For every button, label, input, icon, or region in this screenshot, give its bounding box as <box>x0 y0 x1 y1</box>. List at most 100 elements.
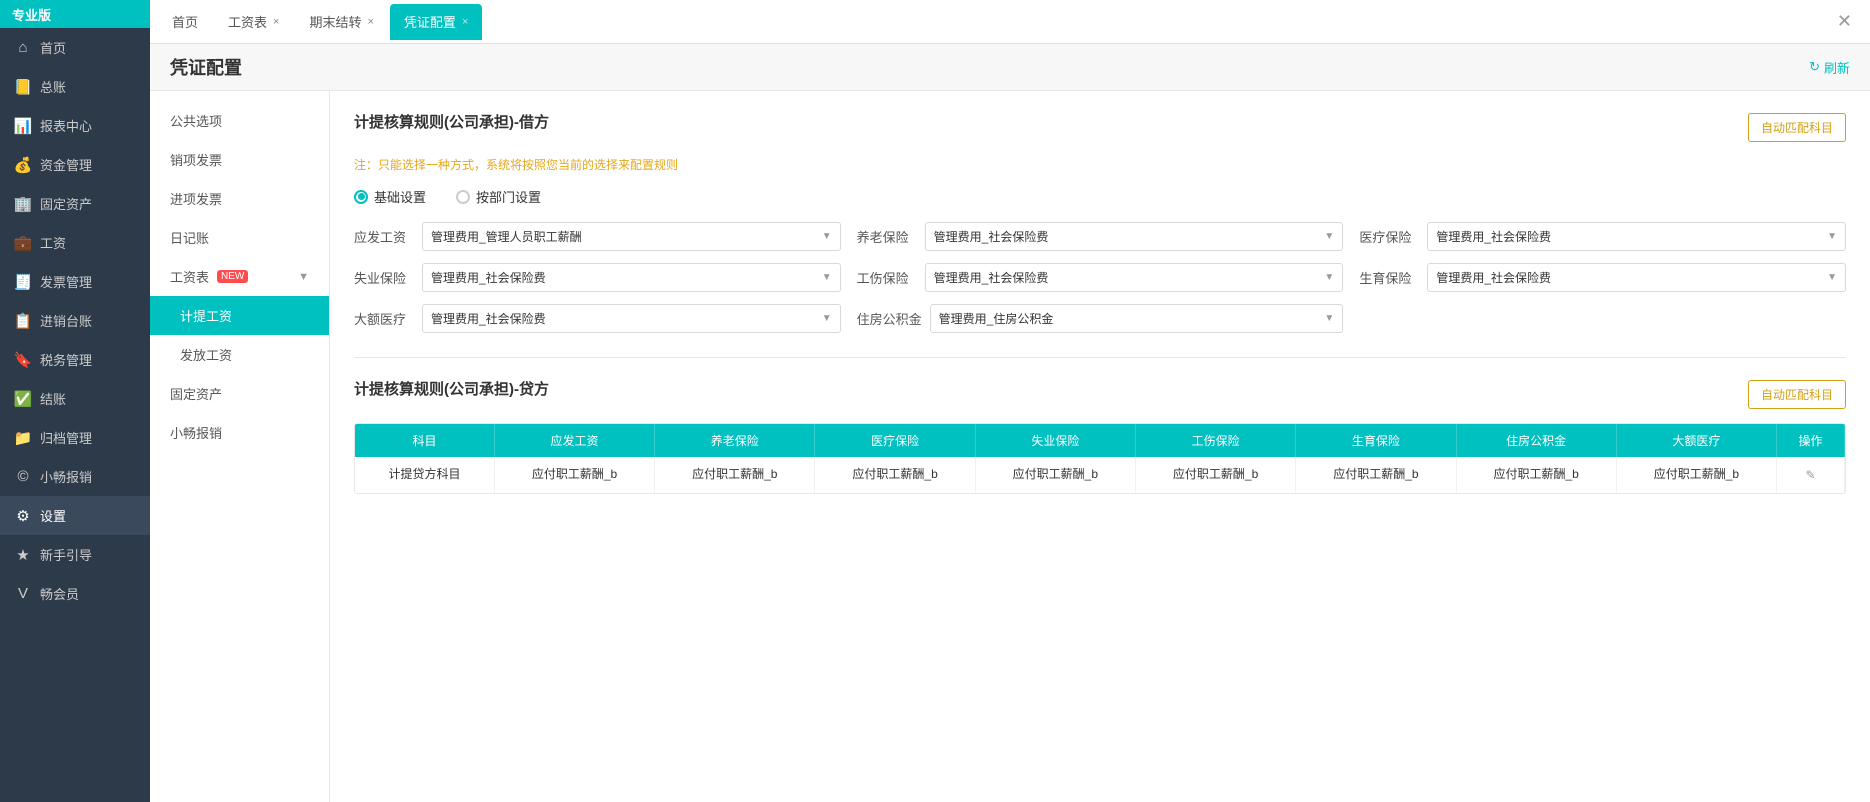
select-text-pension: 管理费用_社会保险费 <box>934 228 1049 245</box>
xiaochang-icon: © <box>14 468 32 486</box>
sidebar-item-assets-label: 固定资产 <box>40 194 92 213</box>
left-nav-journal[interactable]: 日记账 <box>150 218 329 257</box>
sidebar-item-home[interactable]: ⌂ 首页 <box>0 28 150 67</box>
sidebar-item-xiaochang[interactable]: © 小畅报销 <box>0 457 150 496</box>
sidebar-item-home-label: 首页 <box>40 38 66 57</box>
member-icon: V <box>14 585 32 603</box>
form-select-medical[interactable]: 管理费用_社会保险费 ▼ <box>1427 222 1846 251</box>
left-nav-pay-salary[interactable]: 发放工资 <box>150 335 329 374</box>
refresh-label: 刷新 <box>1824 58 1850 77</box>
tab-voucher-config[interactable]: 凭证配置 × <box>390 4 482 40</box>
select-arrow-birth: ▼ <box>1827 272 1837 283</box>
sidebar-item-xiaochang-label: 小畅报销 <box>40 467 92 486</box>
left-nav-fixed-assets[interactable]: 固定资产 <box>150 374 329 413</box>
section-credit-title: 计提核算规则(公司承担)-贷方 <box>354 378 549 399</box>
sidebar-item-guide[interactable]: ★ 新手引导 <box>0 535 150 574</box>
form-select-pension[interactable]: 管理费用_社会保险费 ▼ <box>925 222 1344 251</box>
debit-form-grid: 应发工资 管理费用_管理人员职工薪酬 ▼ 养老保险 管理费用_社会保险费 ▼ <box>354 222 1846 333</box>
left-nav-calc-salary[interactable]: 计提工资 <box>150 296 329 335</box>
sidebar-item-ledger[interactable]: 📒 总账 <box>0 67 150 106</box>
sidebar-item-salary[interactable]: 💼 工资 <box>0 223 150 262</box>
tab-salary-table-label: 工资表 <box>228 12 267 31</box>
form-select-birth[interactable]: 管理费用_社会保险费 ▼ <box>1427 263 1846 292</box>
settle-icon: ✅ <box>14 390 32 408</box>
section-debit-header: 计提核算规则(公司承担)-借方 自动匹配科目 <box>354 111 1846 144</box>
tab-salary-table[interactable]: 工资表 × <box>214 4 293 40</box>
left-nav-salary-table[interactable]: 工资表 NEW ▼ <box>150 257 329 296</box>
left-nav-public[interactable]: 公共选项 <box>150 101 329 140</box>
td-action[interactable]: ✎ <box>1777 457 1845 493</box>
refresh-button[interactable]: ↻ 刷新 <box>1809 58 1850 77</box>
form-row-birth: 生育保险 管理费用_社会保险费 ▼ <box>1359 263 1846 292</box>
salary-icon: 💼 <box>14 234 32 252</box>
sidebar-item-invoice[interactable]: 🧾 发票管理 <box>0 262 150 301</box>
sidebar-item-archive[interactable]: 📁 归档管理 <box>0 418 150 457</box>
sidebar-item-inventory[interactable]: 📋 进销台账 <box>0 301 150 340</box>
invoice-icon: 🧾 <box>14 273 32 291</box>
refresh-icon: ↻ <box>1809 59 1820 75</box>
form-row-medical: 医疗保险 管理费用_社会保险费 ▼ <box>1359 222 1846 251</box>
form-select-salary[interactable]: 管理费用_管理人员职工薪酬 ▼ <box>422 222 841 251</box>
tab-salary-table-close[interactable]: × <box>273 16 279 28</box>
sidebar-item-archive-label: 归档管理 <box>40 428 92 447</box>
sidebar-item-tax[interactable]: 🔖 税务管理 <box>0 340 150 379</box>
section-debit-note: 注：只能选择一种方式，系统将按照您当前的选择来配置规则 <box>354 156 1846 173</box>
auto-match-debit-button[interactable]: 自动匹配科目 <box>1748 113 1846 142</box>
credit-table: 科目 应发工资 养老保险 医疗保险 失业保险 工伤保险 生育保险 住房公积金 大… <box>355 424 1845 493</box>
new-badge: NEW <box>217 270 248 283</box>
tab-voucher-config-close[interactable]: × <box>462 16 468 28</box>
col-salary: 应发工资 <box>494 424 654 457</box>
section-debit: 计提核算规则(公司承担)-借方 自动匹配科目 注：只能选择一种方式，系统将按照您… <box>354 111 1846 333</box>
td-housing: 应付职工薪酬_b <box>1456 457 1616 493</box>
select-arrow-salary: ▼ <box>822 231 832 242</box>
sidebar-item-report-label: 报表中心 <box>40 116 92 135</box>
sidebar-item-settings[interactable]: ⚙ 设置 <box>0 496 150 535</box>
close-window-btn[interactable]: ✕ <box>1827 11 1862 32</box>
sidebar-item-report[interactable]: 📊 报表中心 <box>0 106 150 145</box>
sidebar-item-assets[interactable]: 🏢 固定资产 <box>0 184 150 223</box>
table-row: 计提贷方科目 应付职工薪酬_b 应付职工薪酬_b 应付职工薪酬_b <box>355 457 1845 493</box>
edit-icon[interactable]: ✎ <box>1805 468 1815 482</box>
col-pension: 养老保险 <box>655 424 815 457</box>
radio-basic-circle <box>354 190 368 204</box>
radio-dept[interactable]: 按部门设置 <box>456 187 541 206</box>
sidebar-item-member[interactable]: V 畅会员 <box>0 574 150 613</box>
select-arrow-medical: ▼ <box>1827 231 1837 242</box>
radio-basic[interactable]: 基础设置 <box>354 187 426 206</box>
form-label-major-medical: 大额医疗 <box>354 309 414 328</box>
tab-home[interactable]: 首页 <box>158 4 212 40</box>
col-birth: 生育保险 <box>1296 424 1456 457</box>
tab-period-close-close[interactable]: × <box>367 16 373 28</box>
sidebar-item-settings-label: 设置 <box>40 506 66 525</box>
select-text-salary: 管理费用_管理人员职工薪酬 <box>431 228 582 245</box>
panel: 计提核算规则(公司承担)-借方 自动匹配科目 注：只能选择一种方式，系统将按照您… <box>330 91 1870 802</box>
sidebar-item-invoice-label: 发票管理 <box>40 272 92 291</box>
guide-icon: ★ <box>14 546 32 564</box>
form-select-major-medical[interactable]: 管理费用_社会保险费 ▼ <box>422 304 841 333</box>
form-select-unemployment[interactable]: 管理费用_社会保险费 ▼ <box>422 263 841 292</box>
app-title: 专业版 <box>0 0 150 28</box>
col-action: 操作 <box>1777 424 1845 457</box>
form-label-birth: 生育保险 <box>1359 268 1419 287</box>
col-unemployment: 失业保险 <box>975 424 1135 457</box>
main-area: 首页 工资表 × 期末结转 × 凭证配置 × ✕ 凭证配置 ↻ 刷新 公共选项 <box>150 0 1870 802</box>
left-nav-xiaochang-report[interactable]: 小畅报销 <box>150 413 329 452</box>
sidebar-item-settle[interactable]: ✅ 结账 <box>0 379 150 418</box>
tab-period-close[interactable]: 期末结转 × <box>295 4 387 40</box>
form-select-injury[interactable]: 管理费用_社会保险费 ▼ <box>925 263 1344 292</box>
form-select-housing[interactable]: 管理费用_住房公积金 ▼ <box>930 304 1344 333</box>
left-nav-debit-invoice[interactable]: 进项发票 <box>150 179 329 218</box>
td-major-medical: 应付职工薪酬_b <box>1616 457 1776 493</box>
sidebar-item-salary-label: 工资 <box>40 233 66 252</box>
td-injury: 应付职工薪酬_b <box>1135 457 1295 493</box>
radio-group: 基础设置 按部门设置 <box>354 187 1846 206</box>
col-housing: 住房公积金 <box>1456 424 1616 457</box>
sidebar-item-inventory-label: 进销台账 <box>40 311 92 330</box>
auto-match-credit-button[interactable]: 自动匹配科目 <box>1748 380 1846 409</box>
assets-icon: 🏢 <box>14 195 32 213</box>
sidebar-item-fund[interactable]: 💰 资金管理 <box>0 145 150 184</box>
left-nav-credit-invoice[interactable]: 销项发票 <box>150 140 329 179</box>
sidebar-item-ledger-label: 总账 <box>40 77 66 96</box>
divider <box>354 357 1846 358</box>
select-text-unemployment: 管理费用_社会保险费 <box>431 269 546 286</box>
